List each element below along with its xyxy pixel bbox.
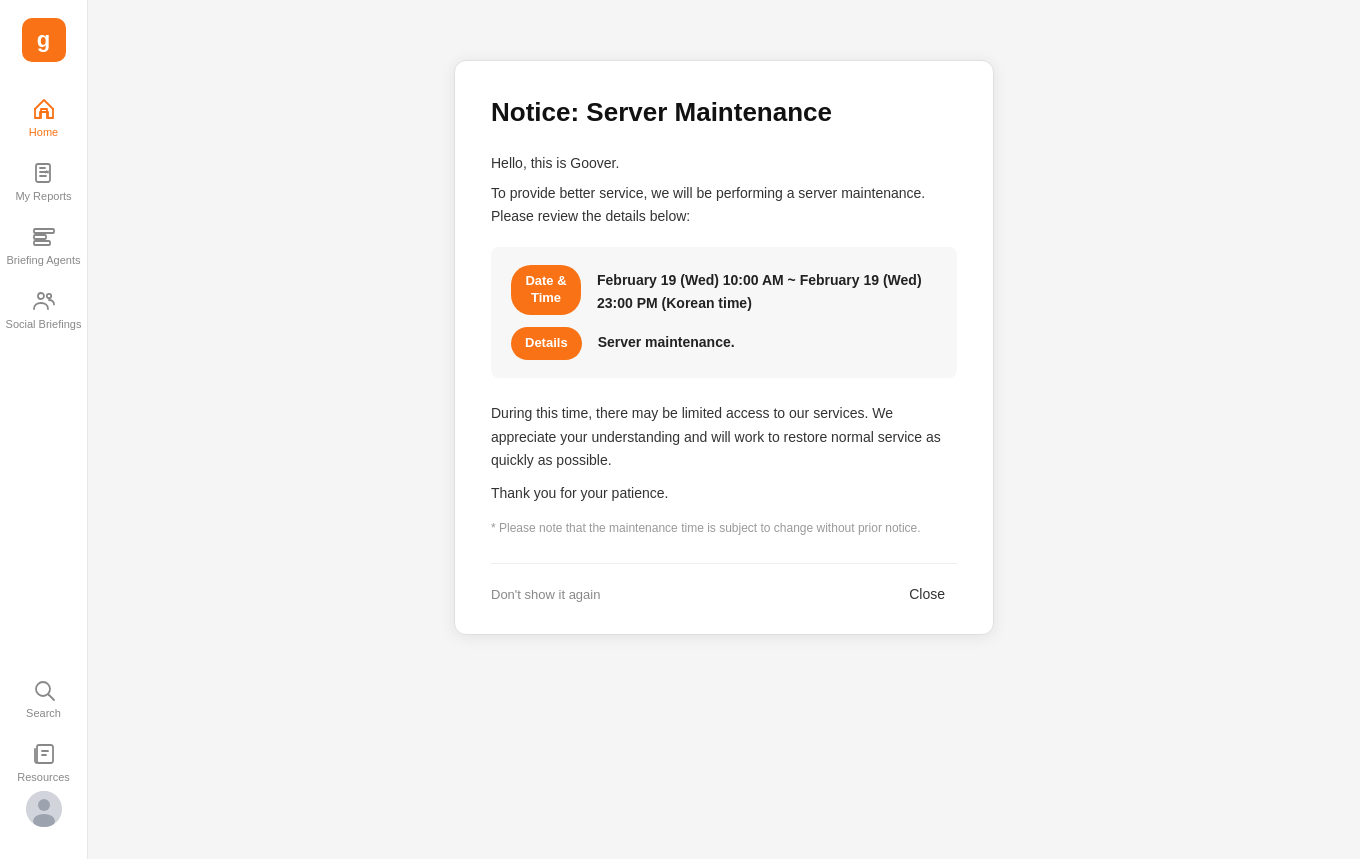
sidebar-item-home[interactable]: Home (0, 82, 87, 146)
sidebar-item-search[interactable]: Search (0, 663, 87, 727)
sidebar-item-my-reports[interactable]: AI My Reports (0, 146, 87, 210)
dont-show-again-link[interactable]: Don't show it again (491, 587, 600, 602)
notice-info-box: Date &Time February 19 (Wed) 10:00 AM ~ … (491, 247, 957, 378)
svg-rect-4 (34, 241, 50, 245)
resources-icon (31, 741, 57, 767)
my-reports-icon: AI (31, 160, 57, 186)
notice-intro: Hello, this is Goover. (491, 152, 957, 174)
search-icon (31, 677, 57, 703)
notice-footer: Don't show it again Close (491, 563, 957, 606)
notice-details-row: Details Server maintenance. (511, 327, 937, 360)
notice-description: To provide better service, we will be pe… (491, 182, 957, 227)
details-badge: Details (511, 327, 582, 360)
sidebar-item-social-briefings[interactable]: Social Briefings (0, 274, 87, 338)
notice-details-value: Server maintenance. (598, 327, 735, 353)
avatar[interactable] (26, 791, 62, 827)
svg-line-8 (48, 695, 54, 701)
notice-modal: Notice: Server Maintenance Hello, this i… (454, 60, 994, 635)
briefing-agents-icon (31, 224, 57, 250)
notice-title: Notice: Server Maintenance (491, 97, 957, 128)
notice-date-row: Date &Time February 19 (Wed) 10:00 AM ~ … (511, 265, 937, 315)
svg-rect-3 (34, 235, 46, 239)
app-logo[interactable]: g (22, 18, 66, 62)
svg-point-12 (38, 799, 50, 811)
notice-date-value: February 19 (Wed) 10:00 AM ~ February 19… (597, 265, 937, 314)
sidebar: g Home AI My Reports (0, 0, 88, 859)
sidebar-bottom: Search Resources (0, 663, 87, 859)
svg-text:AI: AI (45, 169, 50, 175)
notice-thanks: Thank you for your patience. (491, 485, 957, 501)
sidebar-item-resources[interactable]: Resources (0, 727, 87, 791)
sidebar-item-briefing-agents[interactable]: Briefing Agents (0, 210, 87, 274)
date-time-badge: Date &Time (511, 265, 581, 315)
notice-body: During this time, there may be limited a… (491, 402, 957, 473)
social-briefings-icon (31, 288, 57, 314)
home-icon (31, 96, 57, 122)
notice-footnote: * Please note that the maintenance time … (491, 521, 957, 535)
svg-rect-2 (34, 229, 54, 233)
svg-point-5 (38, 293, 44, 299)
svg-point-6 (46, 294, 50, 298)
main-content: Notice: Server Maintenance Hello, this i… (88, 0, 1360, 859)
close-button[interactable]: Close (897, 582, 957, 606)
sidebar-nav: Home AI My Reports Briefing (0, 82, 87, 338)
